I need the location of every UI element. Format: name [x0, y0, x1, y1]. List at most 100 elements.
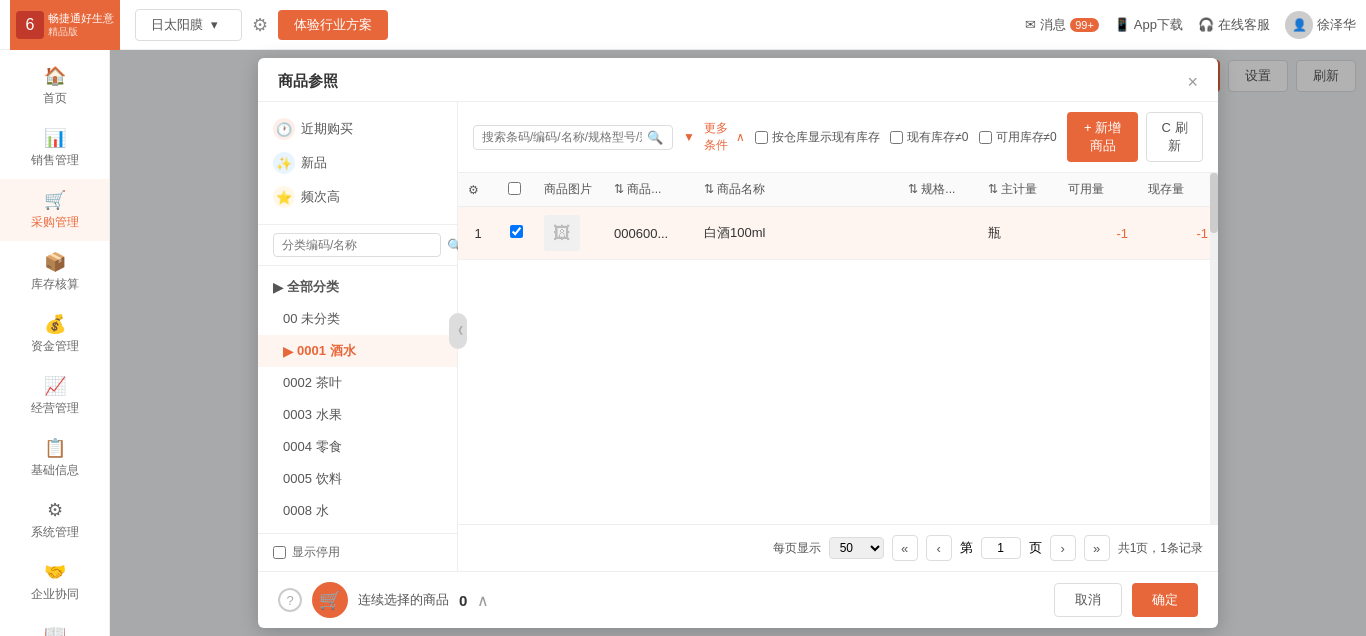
table-header-row: ⚙ 商品图片 [458, 173, 1218, 207]
show-disabled-area: 显示停用 [258, 533, 457, 571]
trial-industry-button[interactable]: 体验行业方案 [278, 10, 388, 40]
add-product-button[interactable]: + 新增商品 [1067, 112, 1138, 162]
confirm-button[interactable]: 确定 [1132, 583, 1198, 617]
col-header-check [498, 173, 534, 207]
cat-quick-history[interactable]: 🕐 近期购买 [258, 112, 457, 146]
cat-quick-new[interactable]: ✨ 新品 [258, 146, 457, 180]
last-page-button[interactable]: » [1084, 535, 1110, 561]
stock-nonzero-checkbox-label[interactable]: 现有库存≠0 [890, 129, 968, 146]
sidebar-item-basics[interactable]: 📋 基础信息 [0, 427, 109, 489]
freq-icon: ⭐ [273, 186, 295, 208]
message-label: 消息 [1040, 16, 1066, 34]
cat-item-alcohol[interactable]: ▶ 0001 酒水 [258, 335, 457, 367]
cat-item-beverage[interactable]: 0005 饮料 [258, 463, 457, 495]
cat-quick-freq[interactable]: ⭐ 频次高 [258, 180, 457, 214]
settings-icon[interactable]: ⚙ [252, 14, 268, 36]
col-header-code[interactable]: ⇅ 商品... [604, 173, 694, 207]
product-search-input[interactable] [482, 130, 642, 144]
prev-page-button[interactable]: ‹ [926, 535, 952, 561]
sidebar-item-operations[interactable]: 📈 经营管理 [0, 365, 109, 427]
branch-dropdown[interactable]: 日太阳膜 ▾ [135, 9, 242, 41]
cancel-button[interactable]: 取消 [1054, 583, 1122, 617]
refresh-button[interactable]: C 刷新 [1146, 112, 1203, 162]
filter-icon: ▼ [683, 130, 695, 144]
online-service-label: 在线客服 [1218, 16, 1270, 34]
cat-fruit-label: 0003 水果 [283, 406, 342, 424]
select-all-checkbox[interactable] [508, 182, 521, 195]
next-page-button[interactable]: › [1050, 535, 1076, 561]
row-img: 🖼 [534, 207, 604, 260]
help-icon[interactable]: ? [278, 588, 302, 612]
sidebar-item-collab-label: 企业协同 [31, 586, 79, 603]
app-download-nav-item[interactable]: 📱 App下载 [1114, 16, 1183, 34]
product-avail: -1 [1116, 226, 1128, 241]
first-page-button[interactable]: « [892, 535, 918, 561]
col-header-spec[interactable]: ⇅ 规格... [898, 173, 978, 207]
avail-nonzero-checkbox-label[interactable]: 可用库存≠0 [979, 129, 1057, 146]
purchase-icon: 🛒 [44, 189, 66, 211]
collapse-footer-button[interactable]: ∧ [477, 591, 489, 610]
page-total-info: 共1页，1条记录 [1118, 540, 1203, 557]
cart-badge-wrap[interactable]: 🛒 [312, 582, 348, 618]
row-checkbox[interactable] [510, 225, 523, 238]
username-label: 徐泽华 [1317, 16, 1356, 34]
more-filter-button[interactable]: ▼ 更多条件 ∧ [683, 120, 745, 154]
product-search-icon[interactable]: 🔍 [647, 130, 663, 145]
sidebar-item-collab[interactable]: 🤝 企业协同 [0, 551, 109, 613]
cat-item-snack[interactable]: 0004 零食 [258, 431, 457, 463]
scrollbar-track [1210, 173, 1218, 524]
cat-item-uncategorized[interactable]: 00 未分类 [258, 303, 457, 335]
inventory-icon: 📦 [44, 251, 66, 273]
col-header-stock: 现存量 [1138, 173, 1218, 207]
stock-nonzero-label: 现有库存≠0 [907, 129, 968, 146]
table-row[interactable]: 1 🖼 00 [458, 207, 1218, 260]
row-name: 白酒100ml [694, 207, 898, 260]
scrollbar-thumb[interactable] [1210, 173, 1218, 233]
col-name-label: 商品名称 [717, 182, 765, 196]
sort-icon-spec: ⇅ [908, 182, 918, 196]
product-area: 🔍 ▼ 更多条件 ∧ 按仓库显示现有库存 [458, 102, 1218, 571]
cat-search-input[interactable] [273, 233, 441, 257]
cat-item-all[interactable]: ▶ 全部分类 [258, 271, 457, 303]
page-size-label: 每页显示 [773, 540, 821, 557]
sidebar-item-basics-label: 基础信息 [31, 462, 79, 479]
modal-body: 🕐 近期购买 ✨ 新品 ⭐ 频次高 [258, 102, 1218, 571]
sidebar-item-home[interactable]: 🏠 首页 [0, 55, 109, 117]
sidebar-item-sales-label: 销售管理 [31, 152, 79, 169]
cat-item-water[interactable]: 0008 水 [258, 495, 457, 527]
stock-nonzero-checkbox[interactable] [890, 131, 903, 144]
continuous-label-text: 连续选择的商品 [358, 592, 449, 607]
col-header-name[interactable]: ⇅ 商品名称 [694, 173, 898, 207]
sidebar-item-purchase[interactable]: 🛒 采购管理 [0, 179, 109, 241]
avatar: 👤 [1285, 11, 1313, 39]
category-sidebar: 🕐 近期购买 ✨ 新品 ⭐ 频次高 [258, 102, 458, 571]
col-header-unit[interactable]: ⇅ 主计量 [978, 173, 1058, 207]
page-number-input[interactable] [981, 537, 1021, 559]
show-disabled-label: 显示停用 [292, 544, 340, 561]
message-nav-item[interactable]: ✉ 消息 99+ [1025, 16, 1099, 34]
warehouse-stock-checkbox-label[interactable]: 按仓库显示现有库存 [755, 129, 880, 146]
sidebar-item-finance[interactable]: 💰 资金管理 [0, 303, 109, 365]
page-size-select[interactable]: 50 10 20 100 [829, 537, 884, 559]
sidebar-item-guide[interactable]: 📖 新手引导 [0, 613, 109, 636]
sales-icon: 📊 [44, 127, 66, 149]
sidebar-collapse-btn[interactable]: 《 [449, 313, 467, 349]
avail-nonzero-checkbox[interactable] [979, 131, 992, 144]
branch-name: 日太阳膜 [151, 16, 203, 34]
row-check[interactable] [498, 207, 534, 260]
history-icon: 🕐 [273, 118, 295, 140]
sidebar: 🏠 首页 📊 销售管理 🛒 采购管理 📦 库存核算 💰 资金管理 📈 经营管理 … [0, 50, 110, 636]
online-service-nav-item[interactable]: 🎧 在线客服 [1198, 16, 1270, 34]
sidebar-item-sales[interactable]: 📊 销售管理 [0, 117, 109, 179]
user-nav-item[interactable]: 👤 徐泽华 [1285, 11, 1356, 39]
warehouse-stock-checkbox[interactable] [755, 131, 768, 144]
content-area: 查询 设置 刷新 商品参照 × [110, 50, 1366, 636]
cat-item-fruit[interactable]: 0003 水果 [258, 399, 457, 431]
col-header-settings[interactable]: ⚙ [458, 173, 498, 207]
sidebar-item-inventory[interactable]: 📦 库存核算 [0, 241, 109, 303]
show-disabled-checkbox[interactable] [273, 546, 286, 559]
cat-item-tea[interactable]: 0002 茶叶 [258, 367, 457, 399]
warehouse-stock-label: 按仓库显示现有库存 [772, 129, 880, 146]
sidebar-item-system[interactable]: ⚙ 系统管理 [0, 489, 109, 551]
modal-close-button[interactable]: × [1187, 73, 1198, 91]
